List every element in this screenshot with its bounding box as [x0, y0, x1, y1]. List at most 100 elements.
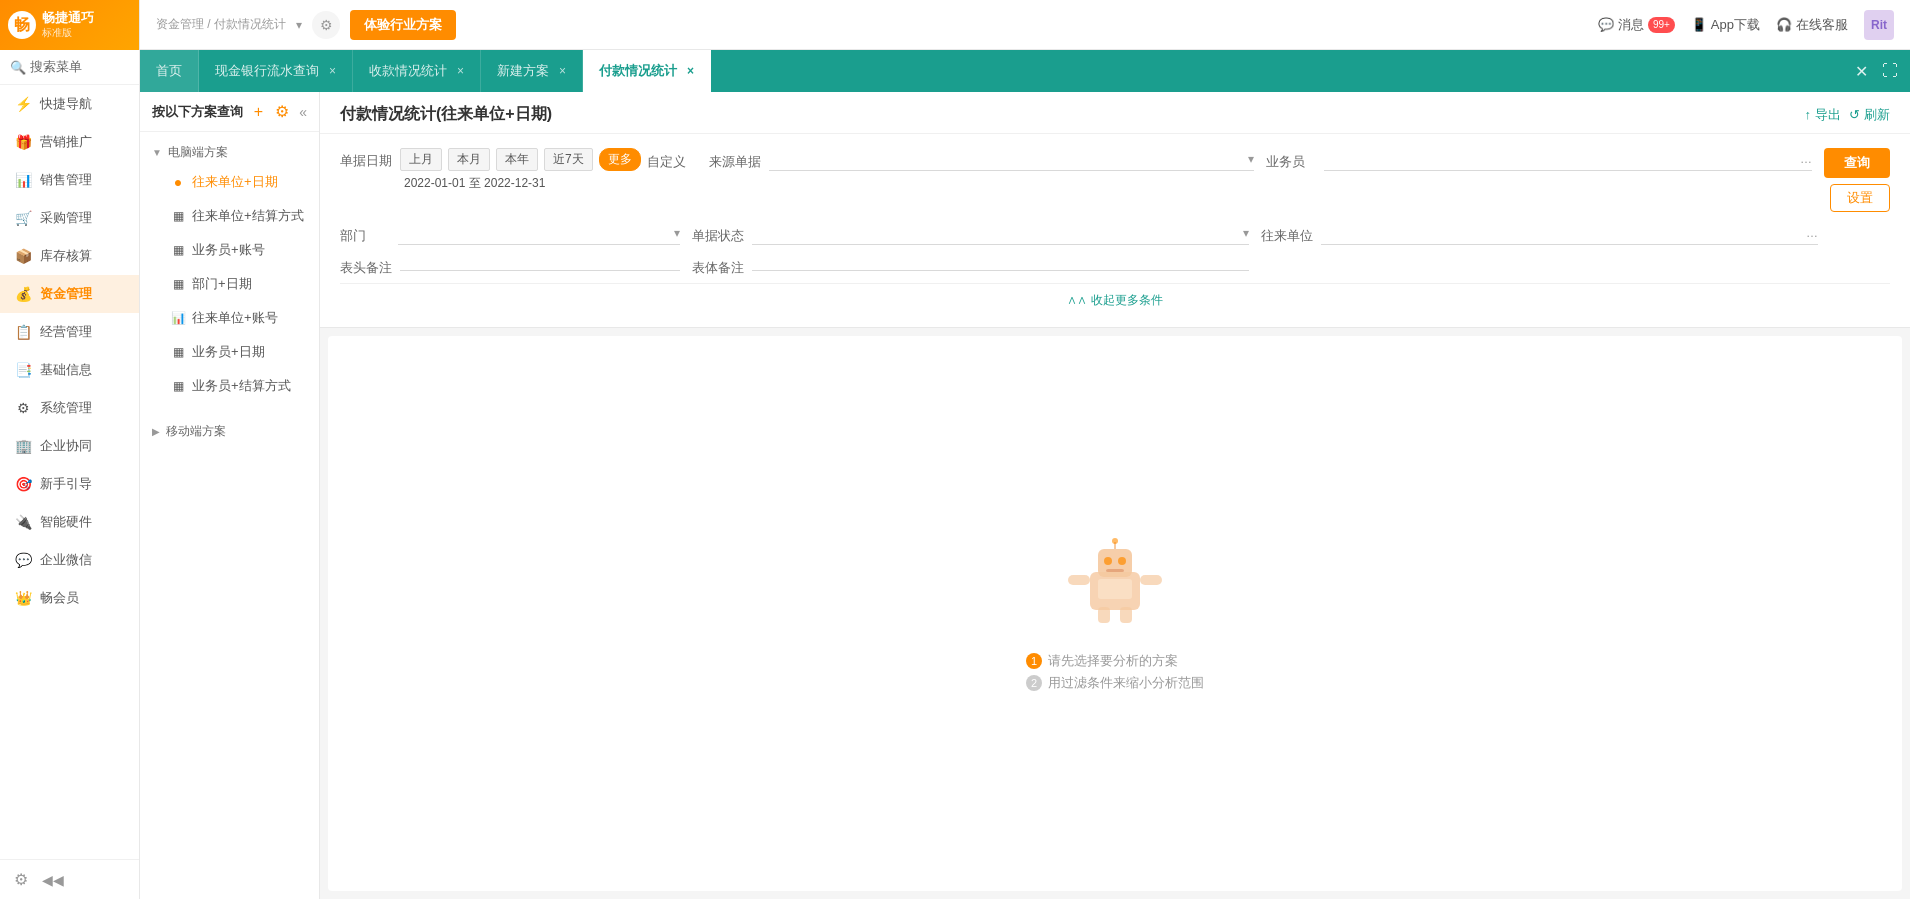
active-scheme-icon: ● — [170, 174, 186, 190]
tab-payment-close-icon[interactable]: × — [687, 64, 694, 78]
refresh-button[interactable]: ↺ 刷新 — [1849, 106, 1890, 124]
scheme-item-label: 业务员+日期 — [192, 343, 265, 361]
svg-rect-1 — [1098, 549, 1132, 577]
group-expand-icon: ▼ — [152, 147, 162, 158]
sales-icon: 📊 — [14, 171, 32, 189]
guide-icon: 🎯 — [14, 475, 32, 493]
svg-rect-11 — [1098, 579, 1132, 599]
sidebar-item-finance[interactable]: 💰 资金管理 — [0, 275, 139, 313]
tab-bank-close-icon[interactable]: × — [329, 64, 336, 78]
unit-input[interactable]: … — [1321, 222, 1818, 245]
breadcrumb: 资金管理 / 付款情况统计 — [156, 16, 286, 33]
sidebar-item-member[interactable]: 👑 畅会员 — [0, 579, 139, 617]
sidebar-item-label: 企业微信 — [40, 551, 92, 569]
scheme-item-staff-settle[interactable]: ▦ 业务员+结算方式 — [140, 369, 319, 403]
scheme-icon: ▦ — [170, 242, 186, 258]
voucher-status-filter-group: 单据状态 ▾ — [692, 222, 1249, 245]
export-label: 导出 — [1815, 106, 1841, 124]
scheme-item-unit-settle[interactable]: ▦ 往来单位+结算方式 — [140, 199, 319, 233]
sidebar-item-sales[interactable]: 📊 销售管理 — [0, 161, 139, 199]
settings-button[interactable]: 设置 — [1830, 184, 1890, 212]
scheme-item-staff-account[interactable]: ▦ 业务员+账号 — [140, 233, 319, 267]
footer-settings-icon[interactable]: ⚙ — [14, 870, 28, 889]
scheme-item-unit-date[interactable]: ● 往来单位+日期 — [140, 165, 319, 199]
voucher-status-label: 单据状态 — [692, 223, 744, 245]
dept-dropdown-icon: ▾ — [674, 226, 680, 240]
table-header-note-input[interactable] — [400, 262, 680, 271]
date-btn-this-year[interactable]: 本年 — [496, 148, 538, 171]
date-filter-label: 单据日期 — [340, 148, 392, 170]
date-btn-more[interactable]: 更多 — [599, 148, 641, 171]
tab-receipt-close-icon[interactable]: × — [457, 64, 464, 78]
staff-input[interactable]: … — [1324, 148, 1812, 171]
sidebar-item-hardware[interactable]: 🔌 智能硬件 — [0, 503, 139, 541]
footer-collapse-icon[interactable]: ◀◀ — [42, 872, 64, 888]
scheme-group-desktop-title[interactable]: ▼ 电脑端方案 — [140, 140, 319, 165]
svg-point-6 — [1112, 538, 1118, 544]
date-range-display: 2022-01-01 至 2022-12-31 — [400, 175, 697, 192]
date-btn-7days[interactable]: 近7天 — [544, 148, 593, 171]
query-button[interactable]: 查询 — [1824, 148, 1890, 178]
breadcrumb-dropdown-icon[interactable]: ▾ — [296, 18, 302, 32]
sidebar-item-operation[interactable]: 📋 经营管理 — [0, 313, 139, 351]
dept-input[interactable]: ▾ — [398, 222, 680, 245]
scheme-group-mobile: ▶ 移动端方案 — [140, 411, 319, 452]
tab-new-scheme[interactable]: 新建方案 × — [481, 50, 583, 92]
scheme-item-unit-account[interactable]: 📊 往来单位+账号 — [140, 301, 319, 335]
tab-expand-icon[interactable]: ⛶ — [1878, 58, 1902, 84]
source-input[interactable]: ▾ — [769, 148, 1255, 171]
messages-action[interactable]: 💬 消息 99+ — [1598, 16, 1675, 34]
unit-more-icon: … — [1806, 226, 1818, 240]
scheme-group-mobile-title[interactable]: ▶ 移动端方案 — [140, 419, 319, 444]
sidebar-item-guide[interactable]: 🎯 新手引导 — [0, 465, 139, 503]
sidebar-item-label: 库存核算 — [40, 247, 92, 265]
tab-receipt[interactable]: 收款情况统计 × — [353, 50, 481, 92]
sidebar-item-enterprise[interactable]: 🏢 企业协同 — [0, 427, 139, 465]
page-actions: ↑ 导出 ↺ 刷新 — [1805, 106, 1891, 124]
export-button[interactable]: ↑ 导出 — [1805, 106, 1842, 124]
sidebar-item-purchase[interactable]: 🛒 采购管理 — [0, 199, 139, 237]
date-btn-this-month[interactable]: 本月 — [448, 148, 490, 171]
sidebar-item-wechat[interactable]: 💬 企业微信 — [0, 541, 139, 579]
sidebar-item-system[interactable]: ⚙ 系统管理 — [0, 389, 139, 427]
table-body-note-label: 表体备注 — [692, 255, 744, 277]
scheme-collapse-button[interactable]: « — [299, 104, 307, 120]
scheme-item-staff-date[interactable]: ▦ 业务员+日期 — [140, 335, 319, 369]
scheme-chart-icon: 📊 — [170, 310, 186, 326]
tab-new-scheme-close-icon[interactable]: × — [559, 64, 566, 78]
tab-home-label: 首页 — [156, 62, 182, 80]
scheme-item-dept-date[interactable]: ▦ 部门+日期 — [140, 267, 319, 301]
filter-actions: 查询 设置 — [1824, 148, 1890, 212]
refresh-icon: ↺ — [1849, 107, 1860, 122]
sidebar-item-label: 资金管理 — [40, 285, 92, 303]
tab-home[interactable]: 首页 — [140, 50, 199, 92]
table-body-note-input[interactable] — [752, 262, 1249, 271]
scheme-add-button[interactable]: + — [252, 103, 265, 121]
sidebar-item-marketing[interactable]: 🎁 营销推广 — [0, 123, 139, 161]
date-btn-last-month[interactable]: 上月 — [400, 148, 442, 171]
voucher-status-input[interactable]: ▾ — [752, 222, 1249, 245]
tab-bank-label: 现金银行流水查询 — [215, 62, 319, 80]
app-download-action[interactable]: 📱 App下载 — [1691, 16, 1760, 34]
tab-close-all-icon[interactable]: ✕ — [1851, 58, 1872, 85]
tip-2-text: 用过滤条件来缩小分析范围 — [1048, 674, 1204, 692]
sidebar-item-inventory[interactable]: 📦 库存核算 — [0, 237, 139, 275]
sidebar-item-quick-nav[interactable]: ⚡ 快捷导航 — [0, 85, 139, 123]
service-action[interactable]: 🎧 在线客服 — [1776, 16, 1848, 34]
sidebar-item-label: 采购管理 — [40, 209, 92, 227]
trial-button[interactable]: 体验行业方案 — [350, 10, 456, 40]
tab-payment[interactable]: 付款情况统计 × — [583, 50, 711, 92]
scheme-item-label: 业务员+账号 — [192, 241, 265, 259]
empty-tip-1: 1 请先选择要分析的方案 — [1026, 652, 1204, 670]
source-filter-group: 来源单据 ▾ — [709, 148, 1255, 171]
search-menu[interactable]: 🔍 搜索菜单 — [0, 50, 139, 85]
tab-bank[interactable]: 现金银行流水查询 × — [199, 50, 353, 92]
logo-icon: 畅 — [8, 11, 36, 39]
staff-filter-label: 业务员 — [1266, 149, 1316, 171]
svg-rect-4 — [1106, 569, 1124, 572]
scheme-settings-button[interactable]: ⚙ — [273, 102, 291, 121]
topbar-settings-button[interactable]: ⚙ — [312, 11, 340, 39]
user-avatar[interactable]: Rit — [1864, 10, 1894, 40]
collapse-bar[interactable]: ∧∧ 收起更多条件 — [340, 283, 1890, 317]
sidebar-item-basic[interactable]: 📑 基础信息 — [0, 351, 139, 389]
